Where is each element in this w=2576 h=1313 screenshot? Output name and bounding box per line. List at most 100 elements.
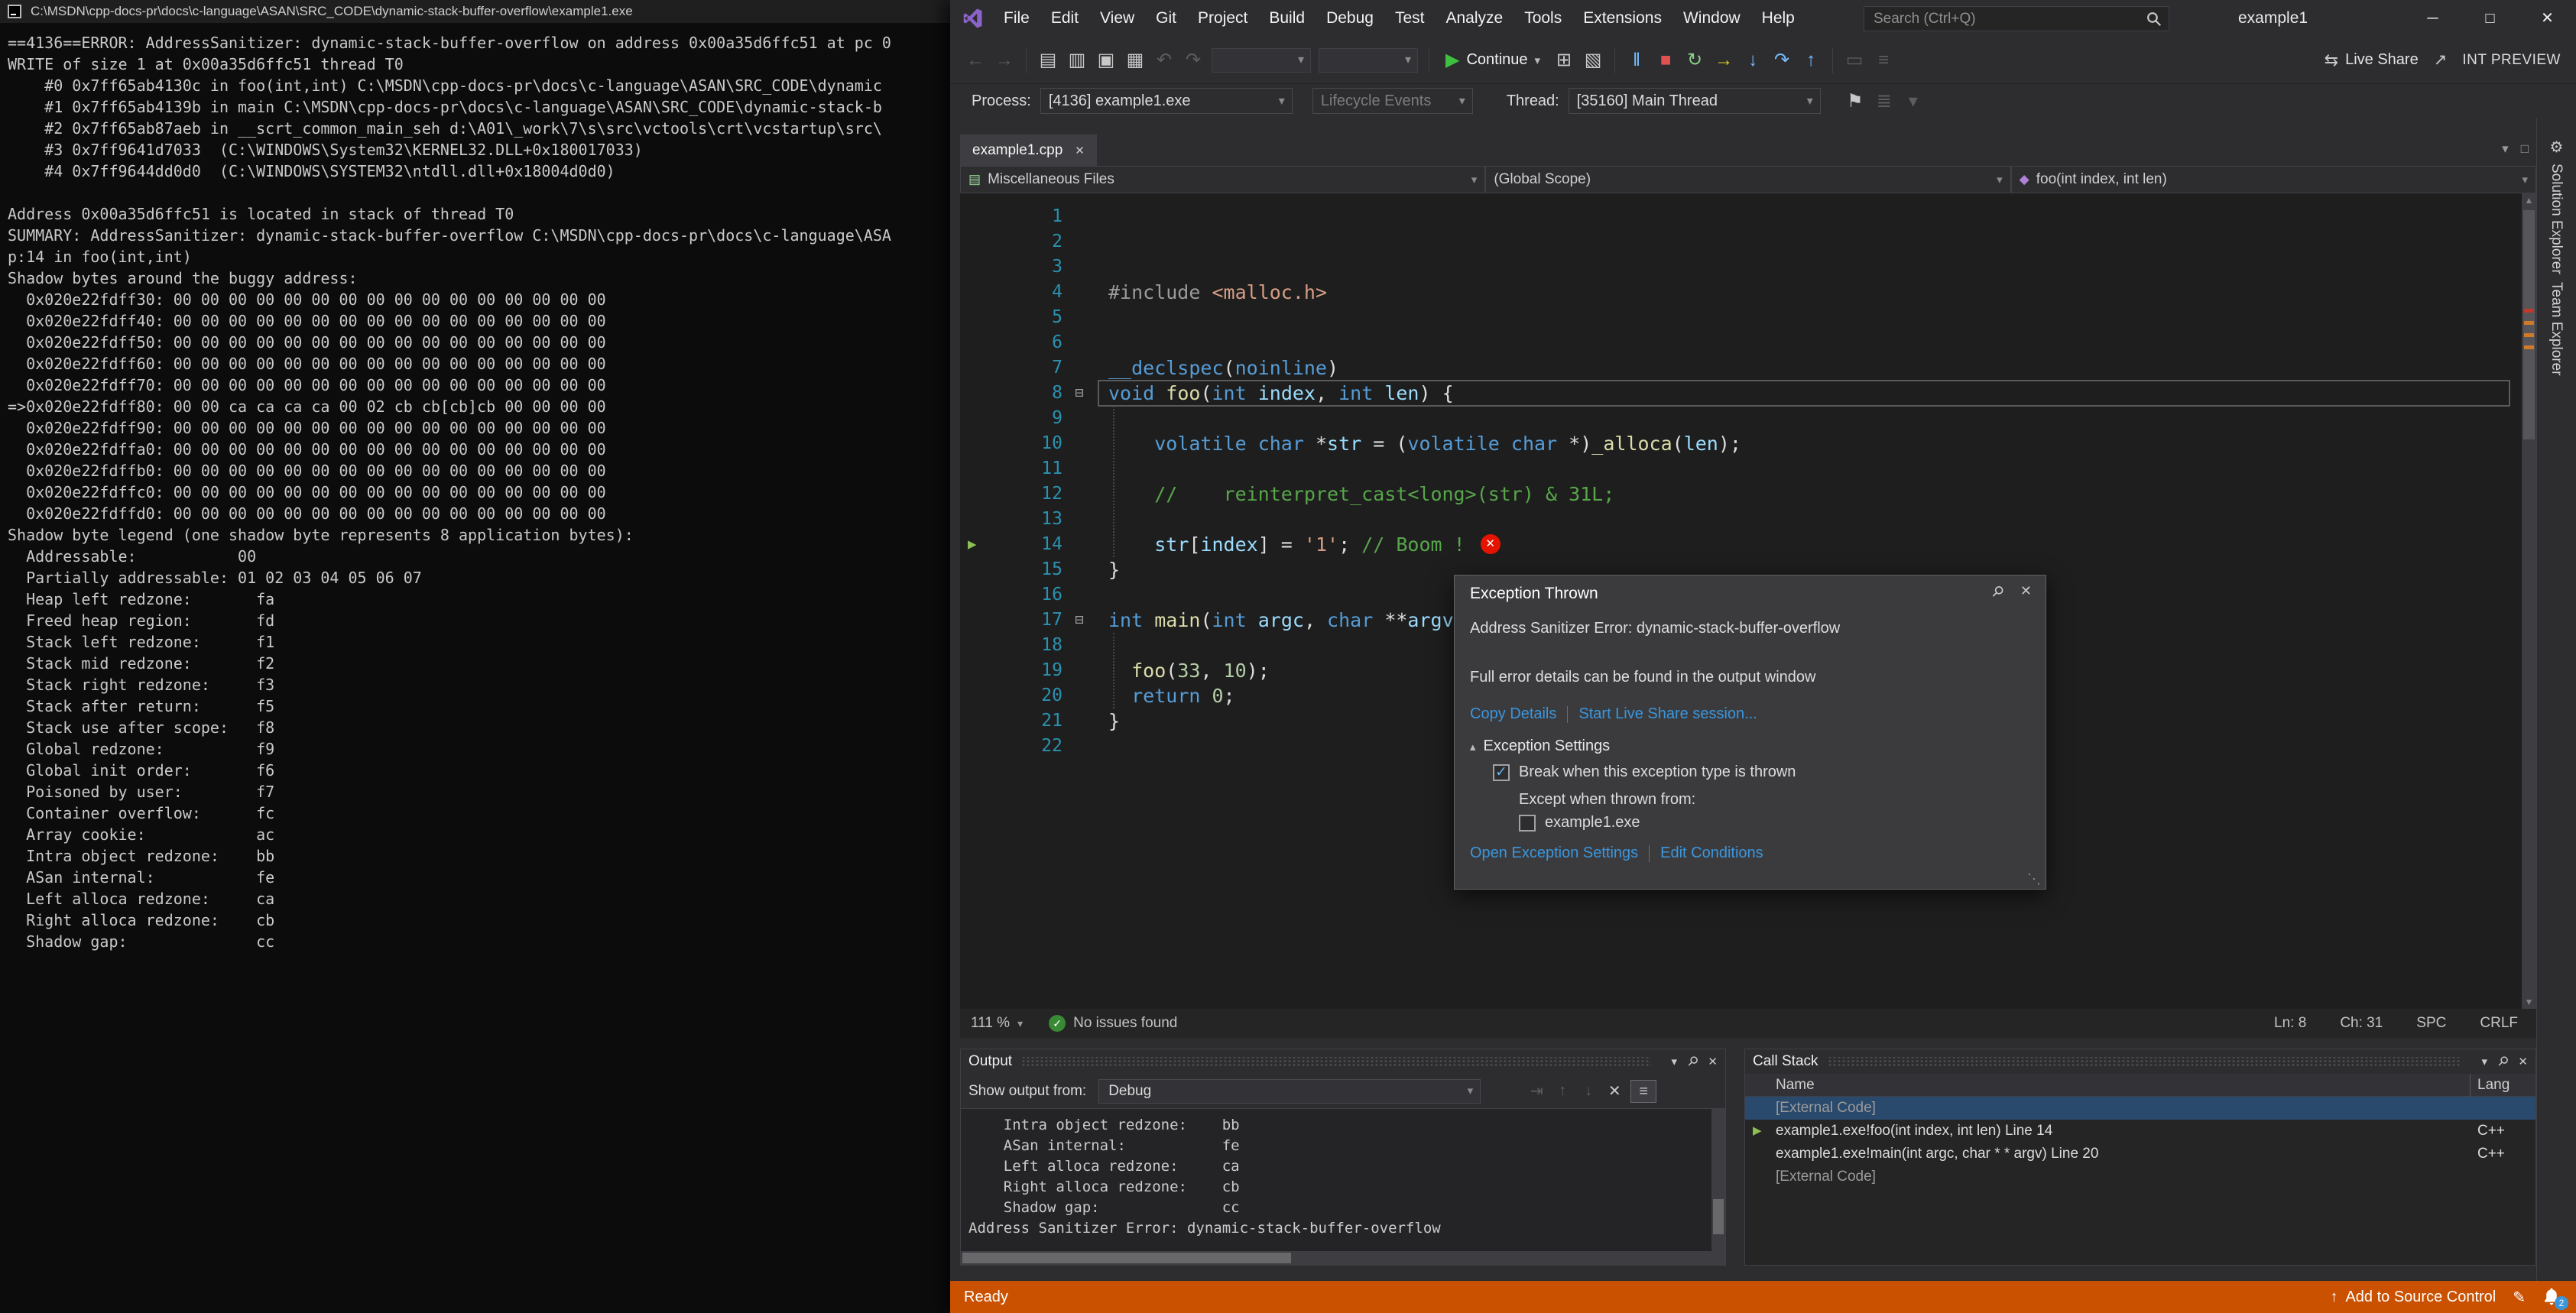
member-dropdown[interactable]: ◆ foo(int index, int len)	[2011, 166, 2536, 193]
call-stack-frame[interactable]: example1.exe!main(int argc, char * * arg…	[1745, 1143, 2535, 1165]
search-input[interactable]	[1864, 7, 2169, 31]
open-file-icon[interactable]: ▥	[1063, 49, 1092, 71]
call-stack-frame[interactable]: ▶example1.exe!foo(int index, int len) Li…	[1745, 1120, 2535, 1143]
space-mode-indicator[interactable]: SPC	[2416, 1015, 2446, 1032]
continue-button[interactable]: ▶ Continue ▾	[1445, 49, 1540, 71]
tab-example1-cpp[interactable]: example1.cpp ✕	[960, 135, 1097, 166]
thread-combobox[interactable]: [35160] Main Thread	[1569, 88, 1821, 114]
code-line[interactable]: 8⊟void foo(int index, int len) {	[960, 381, 2522, 406]
code-line[interactable]: 12 // reinterpret_cast<long>(str) & 31L;	[960, 481, 2522, 507]
menu-test[interactable]: Test	[1384, 0, 1436, 37]
open-exception-settings-link[interactable]: Open Exception Settings	[1470, 845, 1638, 862]
code-line[interactable]: 4#include <malloc.h>	[960, 280, 2522, 305]
menu-build[interactable]: Build	[1258, 0, 1316, 37]
maximize-button[interactable]: □	[2461, 0, 2519, 37]
resize-grip-icon[interactable]: ⋱	[2027, 871, 2041, 887]
code-line[interactable]: 11	[960, 456, 2522, 481]
restart-icon[interactable]: ↻	[1680, 49, 1709, 71]
call-stack-frame[interactable]: [External Code]	[1745, 1097, 2535, 1120]
scrollbar-thumb[interactable]	[2523, 210, 2535, 439]
add-to-source-control-button[interactable]: ↑ Add to Source Control	[2330, 1289, 2496, 1306]
editor-vertical-scrollbar[interactable]: ▲ ▼	[2522, 193, 2536, 1009]
column-indicator[interactable]: Ch: 31	[2340, 1015, 2383, 1032]
break-exception-checkbox[interactable]: ✓	[1493, 764, 1510, 781]
minimize-button[interactable]: ─	[2404, 0, 2461, 37]
side-tab-team-explorer[interactable]: Team Explorer	[2548, 282, 2565, 376]
console-output[interactable]: ==4136==ERROR: AddressSanitizer: dynamic…	[0, 23, 950, 1313]
menu-git[interactable]: Git	[1145, 0, 1187, 37]
output-vertical-scrollbar[interactable]	[1711, 1109, 1725, 1253]
side-tab-solution-explorer[interactable]: Solution Explorer	[2548, 164, 2565, 274]
step-into-icon[interactable]: ↓	[1738, 50, 1767, 71]
feedback-pencil-icon[interactable]: ✎	[2513, 1288, 2526, 1307]
menu-window[interactable]: Window	[1672, 0, 1751, 37]
output-panel-header[interactable]: Output ▾ ⚲ ✕	[961, 1049, 1725, 1074]
code-line[interactable]: 1	[960, 204, 2522, 229]
error-icon[interactable]: ✕	[1481, 534, 1501, 554]
gear-icon[interactable]: ⚙	[2537, 138, 2576, 157]
code-line[interactable]: 10 volatile char *str = (volatile char *…	[960, 431, 2522, 456]
code-line[interactable]: 2	[960, 229, 2522, 254]
menu-debug[interactable]: Debug	[1316, 0, 1384, 37]
word-wrap-icon[interactable]: ≡	[1630, 1080, 1656, 1103]
scroll-down-icon[interactable]: ▼	[2522, 997, 2536, 1007]
tab-close-icon[interactable]: ✕	[1075, 144, 1085, 157]
code-line[interactable]: 7__declspec(noinline)	[960, 355, 2522, 381]
console-title-bar[interactable]: C:\MSDN\cpp-docs-pr\docs\c-language\ASAN…	[0, 0, 950, 23]
health-indicator[interactable]: ✓ No issues found	[1049, 1015, 1177, 1032]
active-files-dropdown-icon[interactable]: ▾	[2502, 141, 2509, 157]
save-all-icon[interactable]: ▦	[1121, 49, 1150, 71]
save-icon[interactable]: ▣	[1092, 49, 1121, 71]
code-line[interactable]: 6	[960, 330, 2522, 355]
break-all-icon[interactable]: ‖	[1622, 50, 1651, 71]
notifications-bell-icon[interactable]: 2	[2542, 1287, 2562, 1307]
output-source-combobox[interactable]: Debug	[1098, 1079, 1481, 1104]
fold-collapse-icon[interactable]: ⊟	[1063, 381, 1096, 406]
window-position-icon[interactable]: ▾	[1671, 1055, 1677, 1068]
code-line[interactable]: 13	[960, 507, 2522, 532]
live-share-button[interactable]: ⇆ Live Share	[2325, 50, 2419, 70]
exception-settings-expander[interactable]: ▴Exception Settings	[1470, 738, 1610, 755]
menu-project[interactable]: Project	[1187, 0, 1258, 37]
copy-details-link[interactable]: Copy Details	[1470, 705, 1556, 723]
line-ending-indicator[interactable]: CRLF	[2480, 1015, 2518, 1032]
clear-all-icon[interactable]: ✕	[1601, 1081, 1627, 1101]
new-file-icon[interactable]: ▤	[1033, 49, 1063, 71]
panel-drag-grip[interactable]	[1021, 1057, 1651, 1066]
menu-help[interactable]: Help	[1751, 0, 1805, 37]
close-icon[interactable]: ✕	[1708, 1055, 1718, 1068]
step-out-icon[interactable]: ↑	[1796, 50, 1825, 71]
zoom-dropdown[interactable]: 111 % ▾	[971, 1015, 1023, 1032]
call-stack-frame[interactable]: [External Code]	[1745, 1165, 2535, 1188]
project-dropdown[interactable]: ▤ Miscellaneous Files	[960, 166, 1485, 193]
menu-view[interactable]: View	[1089, 0, 1145, 37]
menu-tools[interactable]: Tools	[1513, 0, 1572, 37]
scrollbar-thumb[interactable]	[962, 1253, 1291, 1263]
output-horizontal-scrollbar[interactable]	[961, 1251, 1725, 1265]
code-line[interactable]: ▶14 str[index] = '1'; // Boom !✕	[960, 532, 2522, 557]
module-exclude-checkbox[interactable]	[1519, 815, 1536, 832]
step-over-icon[interactable]: ↷	[1767, 49, 1796, 71]
lifecycle-events-combobox[interactable]: Lifecycle Events	[1312, 88, 1473, 114]
window-menu-icon[interactable]: □	[2521, 141, 2529, 157]
start-live-share-link[interactable]: Start Live Share session...	[1578, 705, 1757, 723]
diagnostic-tools-icon[interactable]: ▧	[1578, 49, 1608, 71]
stop-debugging-icon[interactable]: ■	[1651, 50, 1680, 71]
show-next-statement-icon[interactable]: →	[1709, 50, 1738, 71]
process-combobox[interactable]: [4136] example1.exe	[1040, 88, 1293, 114]
output-content[interactable]: Intra object redzone: bb ASan internal: …	[961, 1109, 1725, 1253]
menu-analyze[interactable]: Analyze	[1435, 0, 1513, 37]
close-button[interactable]: ✕	[2519, 0, 2576, 37]
menu-extensions[interactable]: Extensions	[1572, 0, 1672, 37]
search-icon[interactable]	[2146, 11, 2162, 31]
flag-icon[interactable]: ⚑	[1841, 90, 1870, 112]
code-line[interactable]: 3	[960, 254, 2522, 280]
code-line[interactable]: 9	[960, 406, 2522, 431]
edit-conditions-link[interactable]: Edit Conditions	[1660, 845, 1763, 862]
pin-icon[interactable]: ⚲	[1684, 1053, 1702, 1071]
scroll-up-icon[interactable]: ▲	[2522, 195, 2536, 206]
code-line[interactable]: 5	[960, 305, 2522, 330]
send-feedback-icon[interactable]: ↗	[2434, 50, 2448, 70]
scrollbar-thumb[interactable]	[1713, 1199, 1724, 1234]
menu-file[interactable]: File	[993, 0, 1040, 37]
